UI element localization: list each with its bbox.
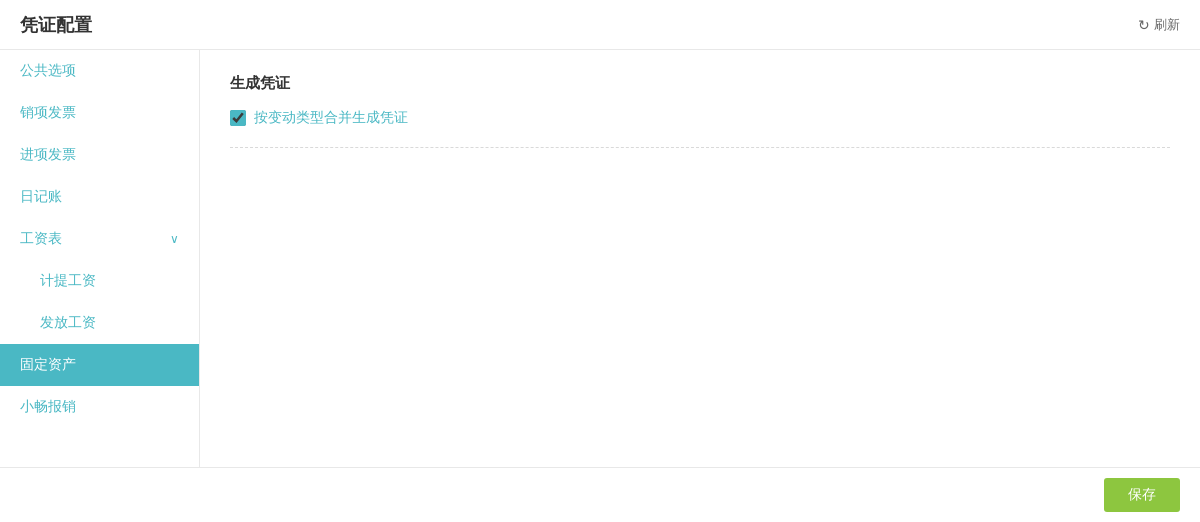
merge-by-type-checkbox[interactable] xyxy=(230,110,246,126)
refresh-icon: ↻ xyxy=(1138,17,1150,33)
page-footer: 保存 xyxy=(0,467,1200,522)
sidebar-item-label: 固定资产 xyxy=(20,356,76,374)
sidebar: 公共选项 销项发票 进项发票 日记账 工资表 ∨ 计提工资 发放工资 固定资 xyxy=(0,50,200,467)
page-wrapper: 凭证配置 ↻ 刷新 公共选项 销项发票 进项发票 日记账 工资表 ∨ xyxy=(0,0,1200,522)
sidebar-item-journal[interactable]: 日记账 xyxy=(0,176,199,218)
save-button[interactable]: 保存 xyxy=(1104,478,1180,512)
page-header: 凭证配置 ↻ 刷新 xyxy=(0,0,1200,50)
sidebar-item-purchase-invoice[interactable]: 进项发票 xyxy=(0,134,199,176)
section-divider xyxy=(230,147,1170,148)
chevron-down-icon: ∨ xyxy=(170,232,179,246)
refresh-label: 刷新 xyxy=(1154,16,1180,34)
sidebar-item-label: 发放工资 xyxy=(40,314,96,332)
sidebar-item-sales-invoice[interactable]: 销项发票 xyxy=(0,92,199,134)
checkbox-label[interactable]: 按变动类型合并生成凭证 xyxy=(254,109,408,127)
sidebar-item-payroll-accrual[interactable]: 计提工资 xyxy=(0,260,199,302)
sidebar-item-expense-claim[interactable]: 小畅报销 xyxy=(0,386,199,428)
sidebar-item-label: 小畅报销 xyxy=(20,398,76,416)
page-title: 凭证配置 xyxy=(20,13,92,37)
sidebar-item-label: 计提工资 xyxy=(40,272,96,290)
sidebar-item-label: 进项发票 xyxy=(20,146,76,164)
content-area: 生成凭证 按变动类型合并生成凭证 xyxy=(200,50,1200,467)
sidebar-item-label: 工资表 xyxy=(20,230,62,248)
sidebar-item-label: 日记账 xyxy=(20,188,62,206)
sidebar-item-fixed-assets[interactable]: 固定资产 xyxy=(0,344,199,386)
main-content: 公共选项 销项发票 进项发票 日记账 工资表 ∨ 计提工资 发放工资 固定资 xyxy=(0,50,1200,467)
checkbox-row: 按变动类型合并生成凭证 xyxy=(230,109,1170,127)
sidebar-item-payroll-payment[interactable]: 发放工资 xyxy=(0,302,199,344)
section-title: 生成凭证 xyxy=(230,74,1170,93)
sidebar-item-label: 公共选项 xyxy=(20,62,76,80)
refresh-button[interactable]: ↻ 刷新 xyxy=(1138,16,1180,34)
sidebar-item-label: 销项发票 xyxy=(20,104,76,122)
sidebar-item-public-options[interactable]: 公共选项 xyxy=(0,50,199,92)
sidebar-item-payroll-table[interactable]: 工资表 ∨ xyxy=(0,218,199,260)
